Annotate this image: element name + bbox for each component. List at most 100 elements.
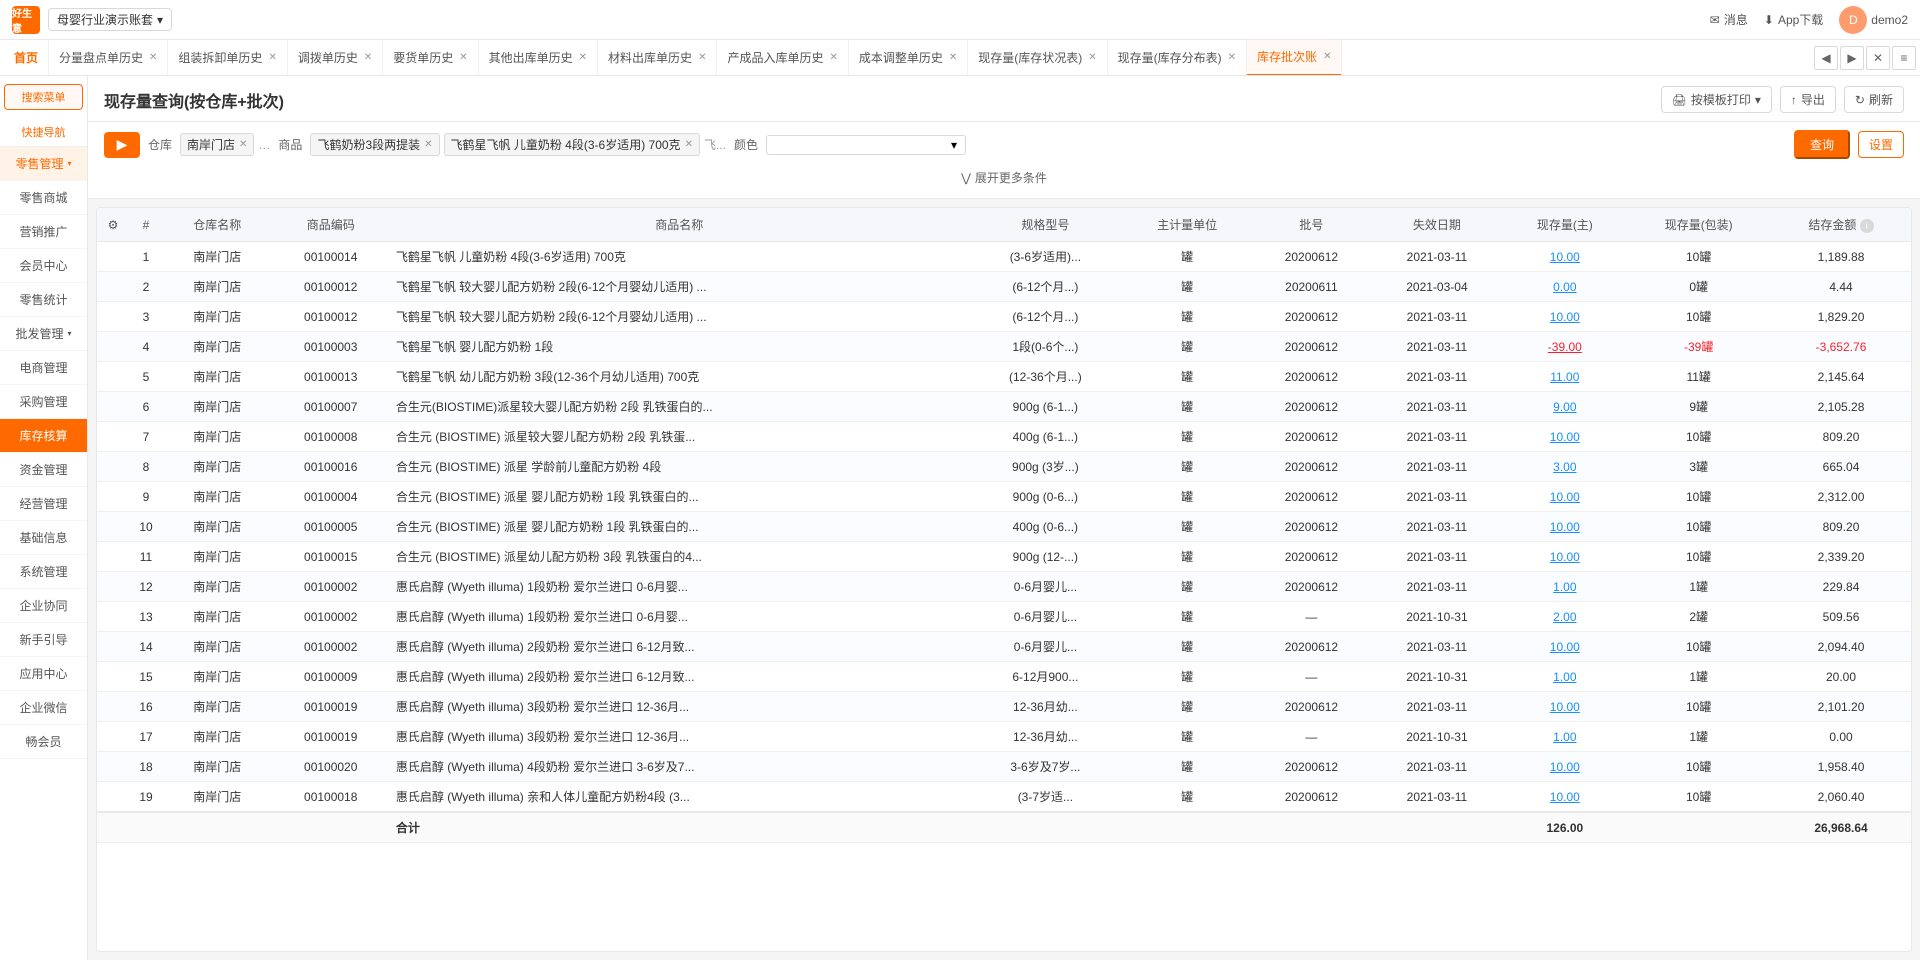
cell-qty-main[interactable]: 1.00 xyxy=(1503,572,1626,602)
cell-qty-main[interactable]: 10.00 xyxy=(1503,782,1626,813)
cell-qty-main[interactable]: 1.00 xyxy=(1503,722,1626,752)
product-more[interactable]: 飞... xyxy=(704,136,726,153)
query-button[interactable]: 查询 xyxy=(1794,130,1850,159)
cell-settings xyxy=(97,782,129,813)
tab-tiao-bo[interactable]: 调拨单历史 ✕ xyxy=(288,40,383,76)
cell-qty-main[interactable]: 10.00 xyxy=(1503,242,1626,272)
cell-qty-main[interactable]: 10.00 xyxy=(1503,692,1626,722)
sidebar-item-jingying[interactable]: 经营管理 xyxy=(0,487,87,521)
sidebar-item-xinshou[interactable]: 新手引导 xyxy=(0,623,87,657)
tab-close-icon[interactable]: ✕ xyxy=(1228,52,1236,63)
tab-close-icon[interactable]: ✕ xyxy=(579,52,587,63)
tab-xian-cun-fen[interactable]: 现存量(库存分布表) ✕ xyxy=(1108,40,1247,76)
tab-xian-cun-zhuang[interactable]: 现存量(库存状况表) ✕ xyxy=(968,40,1107,76)
tab-close-icon[interactable]: ✕ xyxy=(149,52,157,63)
tab-close-icon[interactable]: ✕ xyxy=(459,52,467,63)
cell-spec: 400g (6-1...) xyxy=(969,422,1122,452)
tab-next-btn[interactable]: ▶ xyxy=(1840,46,1864,70)
app-download-btn[interactable]: ⬇ App下载 xyxy=(1764,11,1823,28)
export-btn[interactable]: ↑ 导出 xyxy=(1780,86,1836,113)
message-btn[interactable]: ✉ 消息 xyxy=(1710,11,1748,28)
sidebar-item-kucun[interactable]: 库存核算 xyxy=(0,419,87,453)
cell-qty-main[interactable]: 10.00 xyxy=(1503,632,1626,662)
tab-chan-pin[interactable]: 产成品入库单历史 ✕ xyxy=(717,40,848,76)
tab-close-icon[interactable]: ✕ xyxy=(1088,52,1096,63)
tab-home[interactable]: 首页 xyxy=(4,40,49,76)
tab-menu-btn[interactable]: ≡ xyxy=(1892,46,1916,70)
tab-close-icon[interactable]: ✕ xyxy=(829,52,837,63)
cell-qty-main[interactable]: 10.00 xyxy=(1503,512,1626,542)
cell-qty-main[interactable]: 10.00 xyxy=(1503,482,1626,512)
cell-code: 00100005 xyxy=(272,512,390,542)
tab-qi-ta-chu[interactable]: 其他出库单历史 ✕ xyxy=(479,40,598,76)
quick-nav-btn[interactable]: 快捷导航 xyxy=(0,118,87,147)
tab-zu-he[interactable]: 组装拆卸单历史 ✕ xyxy=(168,40,287,76)
cell-name: 惠氏启醇 (Wyeth illuma) 4段奶粉 爱尔兰进口 3-6岁及7... xyxy=(390,752,969,782)
cell-qty-main[interactable]: 2.00 xyxy=(1503,602,1626,632)
sidebar-item-dianshang[interactable]: 电商管理 xyxy=(0,351,87,385)
chevron-down-icon: ▾ xyxy=(68,159,72,168)
cell-settings xyxy=(97,752,129,782)
print-btn[interactable]: 🖨 按模板打印 ▾ xyxy=(1661,86,1772,113)
product-tag-2-close[interactable]: ✕ xyxy=(685,139,693,150)
sidebar-item-huiyuan[interactable]: 会员中心 xyxy=(0,249,87,283)
sidebar-item-yingxiao[interactable]: 营销推广 xyxy=(0,215,87,249)
tab-pi-ci[interactable]: 库存批次账 ✕ xyxy=(1247,40,1342,76)
cell-qty-main[interactable]: 1.00 xyxy=(1503,662,1626,692)
sidebar-item-jichu[interactable]: 基础信息 xyxy=(0,521,87,555)
table-row: 11 南岸门店 00100015 合生元 (BIOSTIME) 派星幼儿配方奶粉… xyxy=(97,542,1911,572)
tab-yao-huo[interactable]: 要货单历史 ✕ xyxy=(383,40,478,76)
search-menu-btn[interactable]: 搜索菜单 xyxy=(4,84,83,110)
expand-conditions-btn[interactable]: ⋁ 展开更多条件 xyxy=(104,165,1904,190)
warehouse-more[interactable]: … xyxy=(258,138,270,152)
balance-info-icon[interactable]: i xyxy=(1860,219,1874,233)
cell-code: 00100003 xyxy=(272,332,390,362)
cell-warehouse: 南岸门店 xyxy=(163,332,272,362)
refresh-btn[interactable]: ↻ 刷新 xyxy=(1844,86,1904,113)
color-selector[interactable]: ▾ xyxy=(766,135,966,155)
tab-close-icon[interactable]: ✕ xyxy=(1323,51,1331,62)
cell-qty-main[interactable]: 10.00 xyxy=(1503,542,1626,572)
cell-qty-main[interactable]: 10.00 xyxy=(1503,752,1626,782)
tab-fen-pan[interactable]: 分量盘点单历史 ✕ xyxy=(49,40,168,76)
tab-cai-liao[interactable]: 材料出库单历史 ✕ xyxy=(598,40,717,76)
filter-expand-btn[interactable]: ▶ xyxy=(104,132,140,158)
warehouse-tag-close[interactable]: ✕ xyxy=(239,139,247,150)
cell-qty-main[interactable]: 11.00 xyxy=(1503,362,1626,392)
settings-icon[interactable]: ⚙ xyxy=(108,218,119,232)
cell-settings xyxy=(97,632,129,662)
settings-button[interactable]: 设置 xyxy=(1858,131,1904,158)
cell-name: 惠氏启醇 (Wyeth illuma) 3段奶粉 爱尔兰进口 12-36月... xyxy=(390,722,969,752)
user-avatar[interactable]: D demo2 xyxy=(1839,6,1908,34)
sidebar-item-xitong[interactable]: 系统管理 xyxy=(0,555,87,589)
cell-batch: 20200612 xyxy=(1252,512,1370,542)
cell-qty-main[interactable]: 9.00 xyxy=(1503,392,1626,422)
cell-index: 15 xyxy=(129,662,163,692)
cell-qty-main[interactable]: 0.00 xyxy=(1503,272,1626,302)
tab-close-icon[interactable]: ✕ xyxy=(364,52,372,63)
sidebar-item-qiyewei[interactable]: 企业微信 xyxy=(0,691,87,725)
sidebar-item-lingshou[interactable]: 零售管理 ▾ xyxy=(0,147,87,181)
cell-qty-main[interactable]: 10.00 xyxy=(1503,422,1626,452)
tab-cheng-ben[interactable]: 成本调整单历史 ✕ xyxy=(849,40,968,76)
sidebar-item-yingyong[interactable]: 应用中心 xyxy=(0,657,87,691)
tab-close-icon[interactable]: ✕ xyxy=(268,52,276,63)
org-selector[interactable]: 母婴行业演示账套 ▾ xyxy=(48,8,172,31)
tab-close-current-btn[interactable]: ✕ xyxy=(1866,46,1890,70)
sidebar-item-caigou[interactable]: 采购管理 xyxy=(0,385,87,419)
cell-spec: 900g (0-6...) xyxy=(969,482,1122,512)
col-settings[interactable]: ⚙ xyxy=(97,208,129,242)
sidebar-item-qiye[interactable]: 企业协同 xyxy=(0,589,87,623)
tab-close-icon[interactable]: ✕ xyxy=(698,52,706,63)
tab-close-icon[interactable]: ✕ xyxy=(949,52,957,63)
sidebar-item-lingshougshang[interactable]: 零售商城 xyxy=(0,181,87,215)
cell-qty-main[interactable]: -39.00 xyxy=(1503,332,1626,362)
tab-prev-btn[interactable]: ◀ xyxy=(1814,46,1838,70)
sidebar-item-changhui[interactable]: 畅会员 xyxy=(0,725,87,759)
sidebar-item-zijin[interactable]: 资金管理 xyxy=(0,453,87,487)
product-tag-1-close[interactable]: ✕ xyxy=(424,139,432,150)
cell-qty-main[interactable]: 10.00 xyxy=(1503,302,1626,332)
sidebar-item-pifa[interactable]: 批发管理 ▾ xyxy=(0,317,87,351)
sidebar-item-lingshouting[interactable]: 零售统计 xyxy=(0,283,87,317)
cell-qty-main[interactable]: 3.00 xyxy=(1503,452,1626,482)
